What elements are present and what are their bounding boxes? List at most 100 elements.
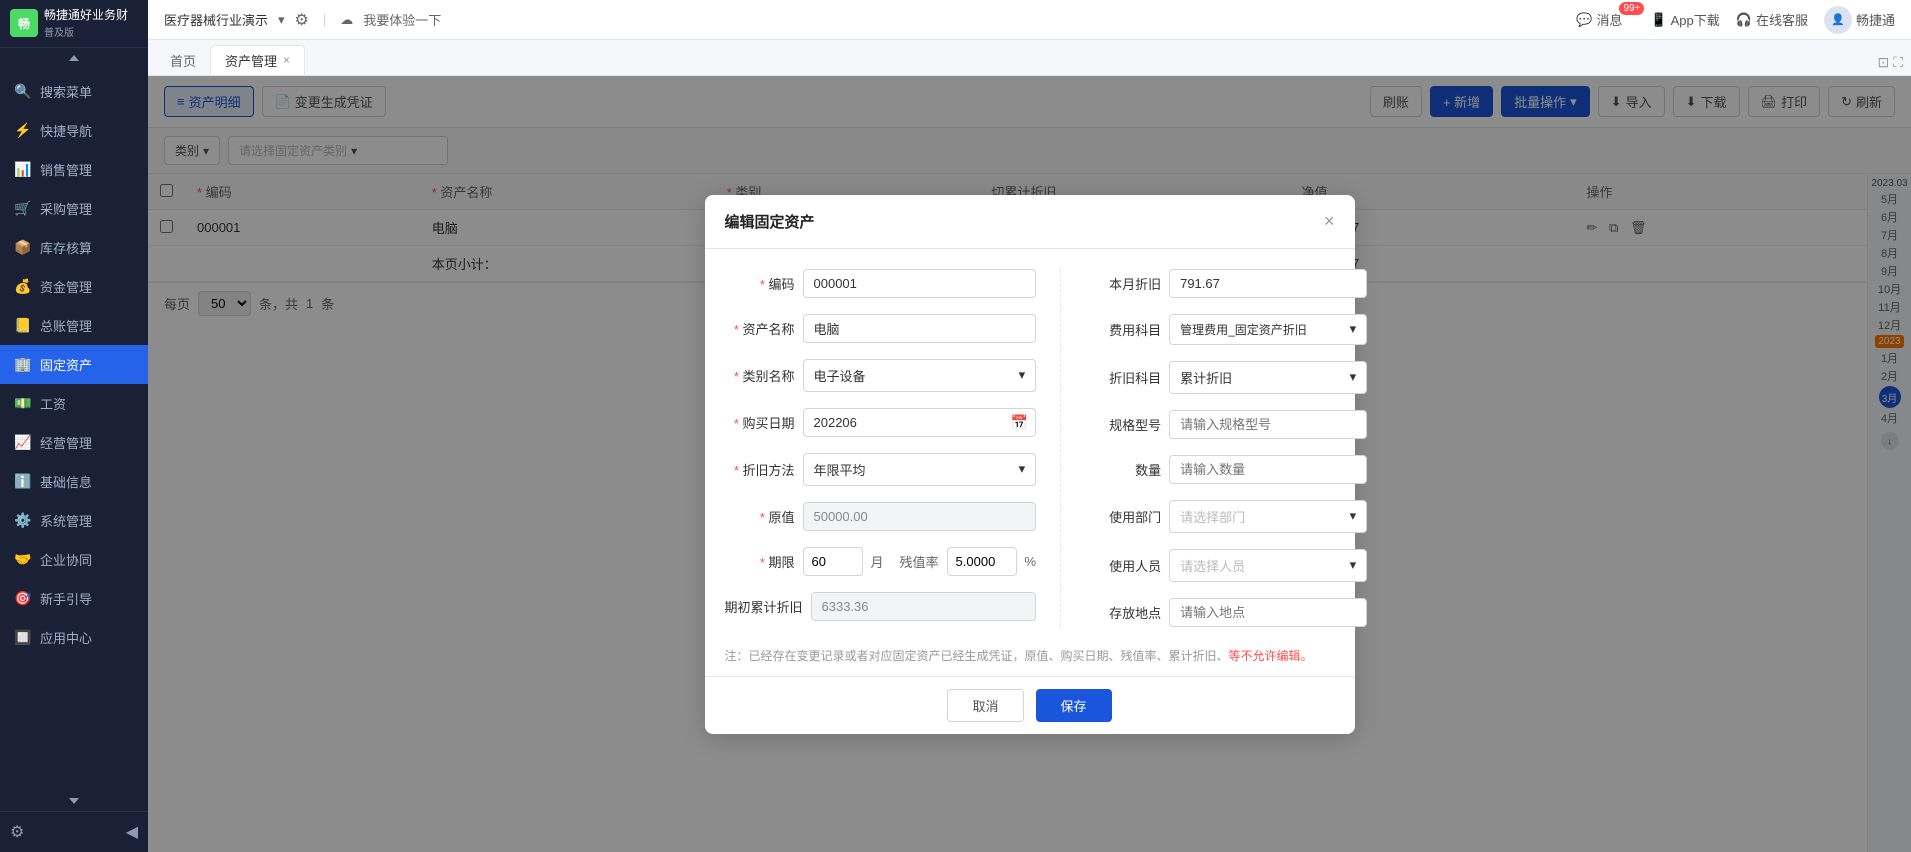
- sidebar-item-label: 总账管理: [40, 316, 92, 335]
- expense-subject-value: 管理费用_固定资产折旧: [1180, 321, 1307, 338]
- sidebar-item-search[interactable]: 🔍 搜索菜单: [0, 72, 148, 111]
- use-dept-select[interactable]: 请选择部门 ▾: [1169, 500, 1367, 533]
- residual-rate-unit: %: [1025, 554, 1037, 569]
- collapse-icon[interactable]: ◀: [126, 822, 138, 842]
- tab-asset[interactable]: 资产管理 ×: [210, 45, 305, 75]
- fixed-assets-icon: 🏢: [14, 355, 32, 373]
- form-row-original-value: 原值: [725, 502, 1037, 531]
- dep-method-select[interactable]: 年限平均 ▾: [803, 453, 1037, 486]
- message-action[interactable]: 💬 消息 99+: [1576, 10, 1634, 29]
- period-label: 期限: [725, 552, 795, 571]
- sidebar-item-ledger[interactable]: 📒 总账管理: [0, 306, 148, 345]
- sidebar-item-purchase[interactable]: 🛒 采购管理: [0, 189, 148, 228]
- modal-footer: 取消 保存: [705, 676, 1355, 734]
- note-text: 注：已经存在变更记录或者对应固定资产已经生成凭证，原值、购买日期、残值率、累计折…: [725, 649, 1313, 663]
- category-select[interactable]: 电子设备 ▾: [803, 359, 1037, 392]
- edit-asset-modal: 编辑固定资产 × 编码 资产名称: [705, 195, 1355, 734]
- sidebar-scroll-up[interactable]: [0, 48, 148, 68]
- use-dept-placeholder: 请选择部门: [1180, 507, 1245, 526]
- code-label: 编码: [725, 274, 795, 293]
- topbar-dropdown-icon[interactable]: ▾: [278, 12, 285, 28]
- sidebar-item-label: 快捷导航: [40, 121, 92, 140]
- sidebar-item-label: 企业协同: [40, 550, 92, 569]
- sidebar-item-basic[interactable]: ℹ️ 基础信息: [0, 462, 148, 501]
- form-row-use-person: 使用人员 请选择人员 ▾: [1081, 549, 1367, 582]
- tab-home-label: 首页: [170, 51, 196, 70]
- content-area: ≡ 资产明细 📄 变更生成凭证 刷账 + 新增 批量操作 ▾: [148, 76, 1911, 852]
- tab-home[interactable]: 首页: [156, 45, 210, 75]
- name-input[interactable]: [803, 314, 1037, 343]
- monthly-dep-input[interactable]: [1169, 269, 1367, 298]
- monthly-dep-label: 本月折旧: [1081, 274, 1161, 293]
- window-restore-icon[interactable]: ⊡: [1877, 54, 1889, 71]
- quantity-input[interactable]: [1169, 455, 1367, 484]
- form-row-category: 类别名称 电子设备 ▾: [725, 359, 1037, 392]
- form-row-quantity: 数量: [1081, 455, 1367, 484]
- spec-model-label: 规格型号: [1081, 415, 1161, 434]
- code-input[interactable]: [803, 269, 1037, 298]
- user-name: 畅捷通: [1856, 10, 1895, 29]
- sidebar-item-quick[interactable]: ⚡ 快捷导航: [0, 111, 148, 150]
- cancel-button[interactable]: 取消: [947, 689, 1023, 722]
- sidebar-item-label: 资金管理: [40, 277, 92, 296]
- dep-method-value: 年限平均: [814, 460, 866, 479]
- sidebar-title-group: 畅捷通好业务财 普及版: [44, 8, 128, 39]
- form-row-spec-model: 规格型号: [1081, 410, 1367, 439]
- sidebar-item-apps[interactable]: 🔲 应用中心: [0, 618, 148, 657]
- avatar-icon: 👤: [1831, 13, 1845, 26]
- sidebar-item-system[interactable]: ⚙️ 系统管理: [0, 501, 148, 540]
- modal-close-btn[interactable]: ×: [1324, 212, 1335, 230]
- cooperation-icon: 🤝: [14, 550, 32, 568]
- sidebar-item-salary[interactable]: 💵 工资: [0, 384, 148, 423]
- window-expand-icon[interactable]: ⛶: [1893, 54, 1903, 71]
- use-dept-label: 使用部门: [1081, 507, 1161, 526]
- modal-body: 编码 资产名称 类别名称 电子设备: [705, 249, 1355, 647]
- sidebar-item-cooperation[interactable]: 🤝 企业协同: [0, 540, 148, 579]
- message-badge: 99+: [1619, 2, 1644, 15]
- storage-label: 存放地点: [1081, 603, 1161, 622]
- dep-method-dropdown: ▾: [1019, 461, 1026, 477]
- period-input[interactable]: [803, 547, 863, 576]
- opening-dep-input[interactable]: [811, 592, 1037, 621]
- original-value-input[interactable]: [803, 502, 1037, 531]
- sidebar-item-guide[interactable]: 🎯 新手引导: [0, 579, 148, 618]
- period-unit: 月: [871, 552, 884, 571]
- residual-rate-input[interactable]: [947, 547, 1017, 576]
- spec-model-input[interactable]: [1169, 410, 1367, 439]
- basic-icon: ℹ️: [14, 472, 32, 490]
- customer-service-action[interactable]: 🎧 在线客服: [1736, 10, 1808, 29]
- topbar-settings-icon[interactable]: ⚙: [295, 10, 309, 30]
- sidebar-item-operations[interactable]: 📈 经营管理: [0, 423, 148, 462]
- app-download-action[interactable]: 📱 App下载: [1650, 10, 1719, 29]
- expense-subject-dropdown: ▾: [1350, 321, 1357, 337]
- save-button[interactable]: 保存: [1036, 689, 1112, 722]
- tab-close-icon[interactable]: ×: [283, 53, 290, 67]
- form-row-expense-subject: 费用科目 管理费用_固定资产折旧 ▾: [1081, 314, 1367, 345]
- use-person-placeholder: 请选择人员: [1180, 556, 1245, 575]
- storage-input[interactable]: [1169, 598, 1367, 627]
- user-action[interactable]: 👤 畅捷通: [1824, 6, 1895, 34]
- sidebar-item-inventory[interactable]: 📦 库存核算: [0, 228, 148, 267]
- sidebar-item-label: 应用中心: [40, 628, 92, 647]
- dep-subject-select[interactable]: 累计折旧 ▾: [1169, 361, 1367, 394]
- message-label: 消息: [1596, 10, 1622, 29]
- sidebar-item-label: 采购管理: [40, 199, 92, 218]
- dep-subject-value: 累计折旧: [1180, 368, 1232, 387]
- expense-subject-select[interactable]: 管理费用_固定资产折旧 ▾: [1169, 314, 1367, 345]
- sidebar-scroll-down[interactable]: [0, 791, 148, 811]
- sidebar-item-funds[interactable]: 💰 资金管理: [0, 267, 148, 306]
- sidebar-item-label: 销售管理: [40, 160, 92, 179]
- sidebar-item-sales[interactable]: 📊 销售管理: [0, 150, 148, 189]
- apps-icon: 🔲: [14, 628, 32, 646]
- experience-label[interactable]: 我要体验一下: [363, 10, 441, 29]
- sidebar-item-fixed-assets[interactable]: 🏢 固定资产: [0, 345, 148, 384]
- system-icon: ⚙️: [14, 511, 32, 529]
- use-person-select[interactable]: 请选择人员 ▾: [1169, 549, 1367, 582]
- topbar-divider1: |: [323, 12, 326, 27]
- topbar-actions: 💬 消息 99+ 📱 App下载 🎧 在线客服 👤 畅捷通: [1576, 6, 1895, 34]
- tab-asset-label: 资产管理: [225, 51, 277, 70]
- message-icon: 💬: [1576, 12, 1592, 28]
- settings-icon[interactable]: ⚙: [10, 822, 24, 842]
- modal-note: 注：已经存在变更记录或者对应固定资产已经生成凭证，原值、购买日期、残值率、累计折…: [705, 647, 1355, 676]
- purchase-date-input[interactable]: [803, 408, 1037, 437]
